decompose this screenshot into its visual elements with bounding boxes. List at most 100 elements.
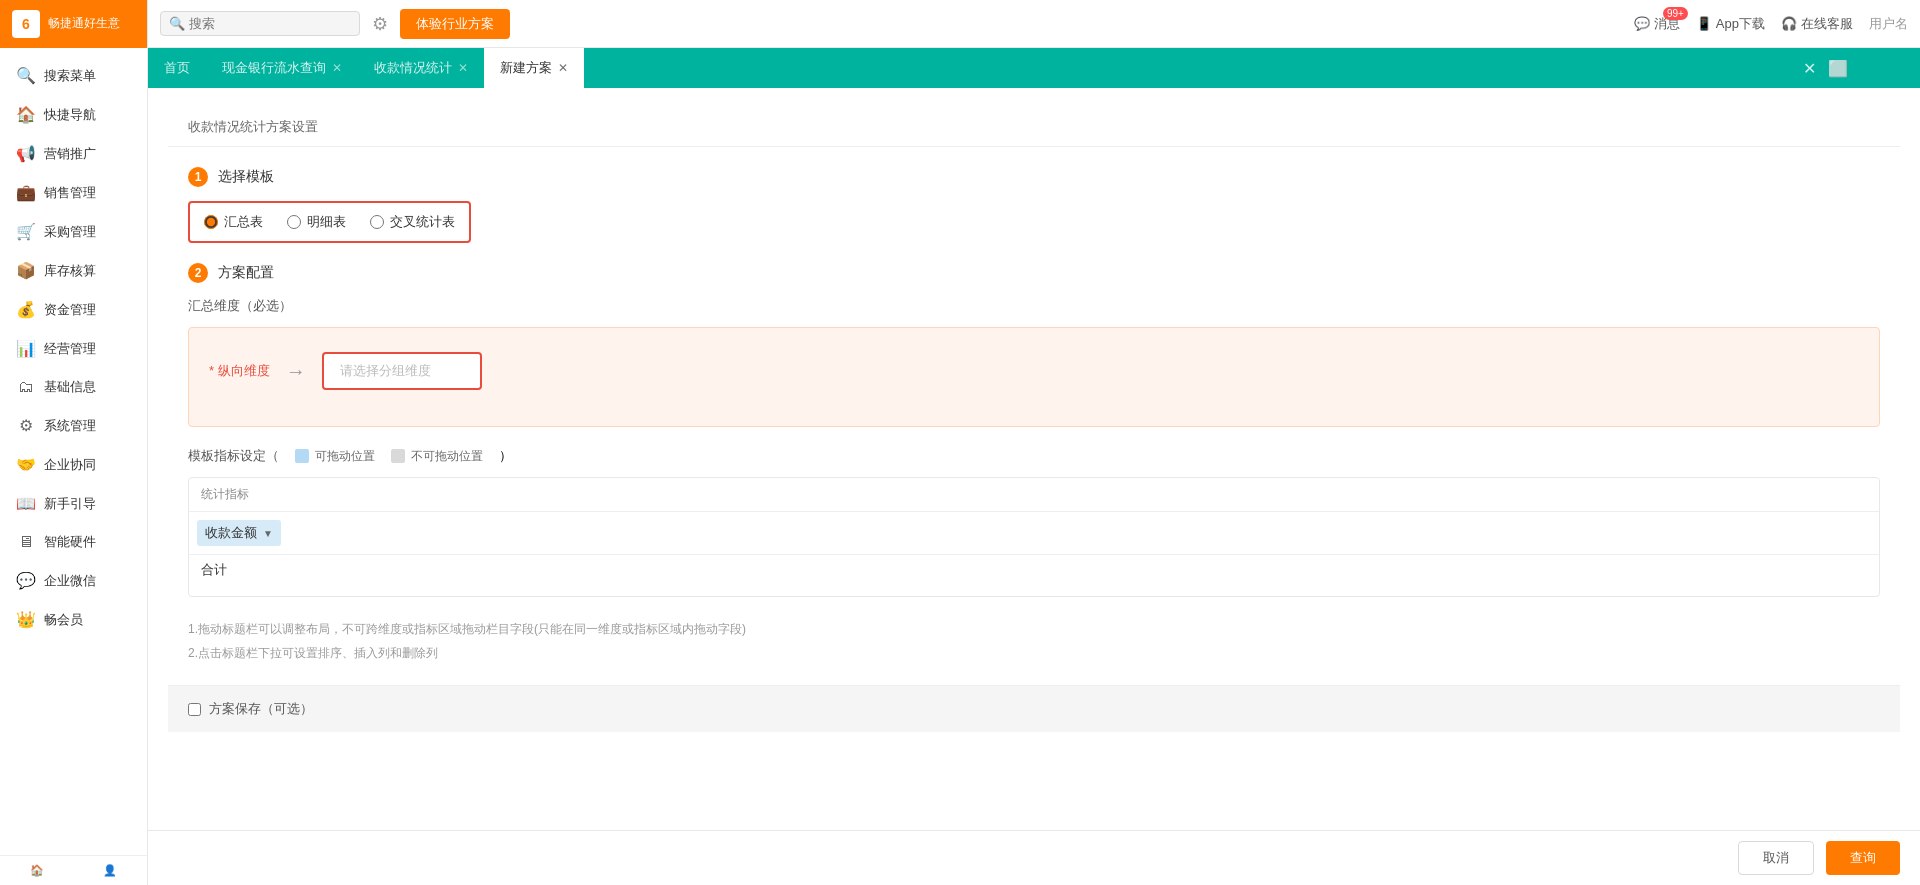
radio-input-summary[interactable] (204, 215, 218, 229)
sidebar-item[interactable]: 💬企业微信 (0, 561, 147, 600)
nav-icon: 📢 (16, 144, 36, 163)
sidebar-item[interactable]: 📢 营销推广 (0, 134, 147, 173)
legend-dot (295, 449, 309, 463)
tab-item[interactable]: 首页 (148, 48, 206, 88)
radio-option-cross[interactable]: 交叉统计表 (370, 213, 455, 231)
maximize-icon[interactable]: ⬜ (1824, 55, 1852, 82)
radio-input-cross[interactable] (370, 215, 384, 229)
sidebar-item-label: 销售管理 (44, 184, 96, 202)
message-icon: 💬 (1634, 16, 1650, 31)
sidebar-item[interactable]: 📖新手引导 (0, 484, 147, 523)
logo-icon: 6 (12, 10, 40, 38)
service-btn[interactable]: 🎧 在线客服 (1781, 15, 1853, 33)
dimension-area: 纵向维度 → 请选择分组维度 (188, 327, 1880, 427)
tabbar-actions: ✕ ⬜ (1799, 48, 1860, 88)
nav-icon: 💰 (16, 300, 36, 319)
tabbar: 首页现金银行流水查询✕收款情况统计✕新建方案✕ ✕ ⬜ (148, 48, 1920, 88)
sidebar-item[interactable]: 🔍搜索菜单 (0, 56, 147, 95)
template-options: 汇总表 明细表 交叉统计表 (188, 201, 471, 243)
indicator-legend: 可拖动位置不可拖动位置 (295, 448, 483, 465)
sidebar-item[interactable]: ⚙ 系统管理 (0, 406, 147, 445)
legend-item: 可拖动位置 (295, 448, 375, 465)
app-download-btn[interactable]: 📱 App下载 (1696, 15, 1765, 33)
tab-item[interactable]: 新建方案 ✕ (484, 48, 584, 88)
radio-option-summary[interactable]: 汇总表 (204, 213, 263, 231)
tab-item[interactable]: 收款情况统计✕ (358, 48, 484, 88)
sidebar-item[interactable]: 📦库存核算 (0, 251, 147, 290)
search-input[interactable] (189, 16, 339, 31)
tips-section: 1.拖动标题栏可以调整布局，不可跨维度或指标区域拖动栏目字段(只能在同一维度或指… (188, 617, 1880, 665)
topbar-search-box[interactable]: 🔍 (160, 11, 360, 36)
sidebar-footer-home[interactable]: 🏠 (30, 864, 44, 877)
tip-line: 1.拖动标题栏可以调整布局，不可跨维度或指标区域拖动栏目字段(只能在同一维度或指… (188, 617, 1880, 641)
step1-section: 1 选择模板 汇总表明细表交叉统计表 (188, 167, 1880, 243)
dimension-select[interactable]: 请选择分组维度 (322, 352, 482, 390)
user-info[interactable]: 用户名 (1869, 15, 1908, 33)
nav-icon: 🛒 (16, 222, 36, 241)
gear-icon[interactable]: ⚙ (368, 9, 392, 39)
radio-input-detail[interactable] (287, 215, 301, 229)
vertical-dimension-label: 纵向维度 (209, 362, 270, 380)
notification-btn[interactable]: 💬 消息 99+ (1634, 15, 1680, 33)
sidebar-item[interactable]: 🤝企业协同 (0, 445, 147, 484)
nav-icon: 🏠 (16, 105, 36, 124)
tab-item[interactable]: 现金银行流水查询 ✕ (206, 48, 358, 88)
close-window-icon[interactable]: ✕ (1799, 55, 1820, 82)
sidebar-item[interactable]: 💰资金管理 (0, 290, 147, 329)
sidebar-header: 6 畅捷通好生意 (0, 0, 147, 48)
search-icon: 🔍 (169, 16, 185, 31)
nav-icon: 👑 (16, 610, 36, 629)
sidebar-item[interactable]: 📊 经营管理 (0, 329, 147, 368)
topbar: 🔍 ⚙ 体验行业方案 💬 消息 99+ 📱 App下载 🎧 在线客服 用户名 (148, 0, 1920, 48)
save-checkbox[interactable] (188, 703, 201, 716)
logo-text: 畅捷通好生意 (48, 16, 120, 32)
cancel-button[interactable]: 取消 (1738, 841, 1814, 875)
indicator-section: 模板指标设定（ 可拖动位置不可拖动位置 ） 统计指标 收款金额▼ 合计 (188, 447, 1880, 597)
sidebar-item[interactable]: 🏠快捷导航 (0, 95, 147, 134)
nav-icon: ⚙ (16, 416, 36, 435)
query-button[interactable]: 查询 (1826, 841, 1900, 875)
nav-icon: 💼 (16, 183, 36, 202)
bottom-bar: 取消 查询 (148, 830, 1920, 885)
sidebar-item-label: 新手引导 (44, 495, 96, 513)
dimension-row: 纵向维度 → 请选择分组维度 (209, 352, 1859, 390)
tab-label: 现金银行流水查询 (222, 59, 326, 77)
indicator-title: 模板指标设定（ (188, 447, 279, 465)
content-area: 收款情况统计方案设置 1 选择模板 汇总表明细表交叉统计表 2 方案配置 (148, 88, 1920, 830)
dimension-subtitle: 汇总维度（必选） (188, 297, 1880, 315)
save-option: 方案保存（可选） (168, 685, 1900, 732)
service-icon: 🎧 (1781, 16, 1797, 31)
sidebar-item-label: 营销推广 (44, 145, 96, 163)
sidebar-item[interactable]: 💼 销售管理 (0, 173, 147, 212)
notif-badge: 99+ (1663, 7, 1688, 20)
step2-section: 2 方案配置 汇总维度（必选） 纵向维度 → 请选择分组维度 (188, 263, 1880, 665)
nav-icon: 📊 (16, 339, 36, 358)
step2-num: 2 (188, 263, 208, 283)
radio-option-detail[interactable]: 明细表 (287, 213, 346, 231)
tab-close-icon[interactable]: ✕ (332, 61, 342, 75)
tip-line: 2.点击标题栏下拉可设置排序、插入列和删除列 (188, 641, 1880, 665)
sidebar-item-label: 经营管理 (44, 340, 96, 358)
sidebar-item[interactable]: 🗂基础信息 (0, 368, 147, 406)
legend-label: 可拖动位置 (315, 448, 375, 465)
trial-button[interactable]: 体验行业方案 (400, 9, 510, 39)
step2-header: 2 方案配置 (188, 263, 1880, 283)
config-section: 汇总维度（必选） 纵向维度 → 请选择分组维度 (188, 297, 1880, 427)
sidebar-item[interactable]: 👑畅会员 (0, 600, 147, 639)
sidebar-item[interactable]: 🖥智能硬件 (0, 523, 147, 561)
metric-card[interactable]: 收款金额▼ (197, 520, 281, 546)
sidebar-item-label: 企业协同 (44, 456, 96, 474)
sidebar-item[interactable]: 🛒采购管理 (0, 212, 147, 251)
dropdown-icon[interactable]: ▼ (263, 528, 273, 539)
step1-title: 选择模板 (218, 168, 274, 186)
sidebar-item-label: 系统管理 (44, 417, 96, 435)
sidebar-footer-profile[interactable]: 👤 (103, 864, 117, 877)
step2-title: 方案配置 (218, 264, 274, 282)
sidebar-item-label: 基础信息 (44, 378, 96, 396)
tab-close-icon[interactable]: ✕ (458, 61, 468, 75)
legend-dot (391, 449, 405, 463)
tab-close-icon[interactable]: ✕ (558, 61, 568, 75)
tab-label: 新建方案 (500, 59, 552, 77)
nav-icon: 🖥 (16, 533, 36, 551)
nav-icon: 💬 (16, 571, 36, 590)
